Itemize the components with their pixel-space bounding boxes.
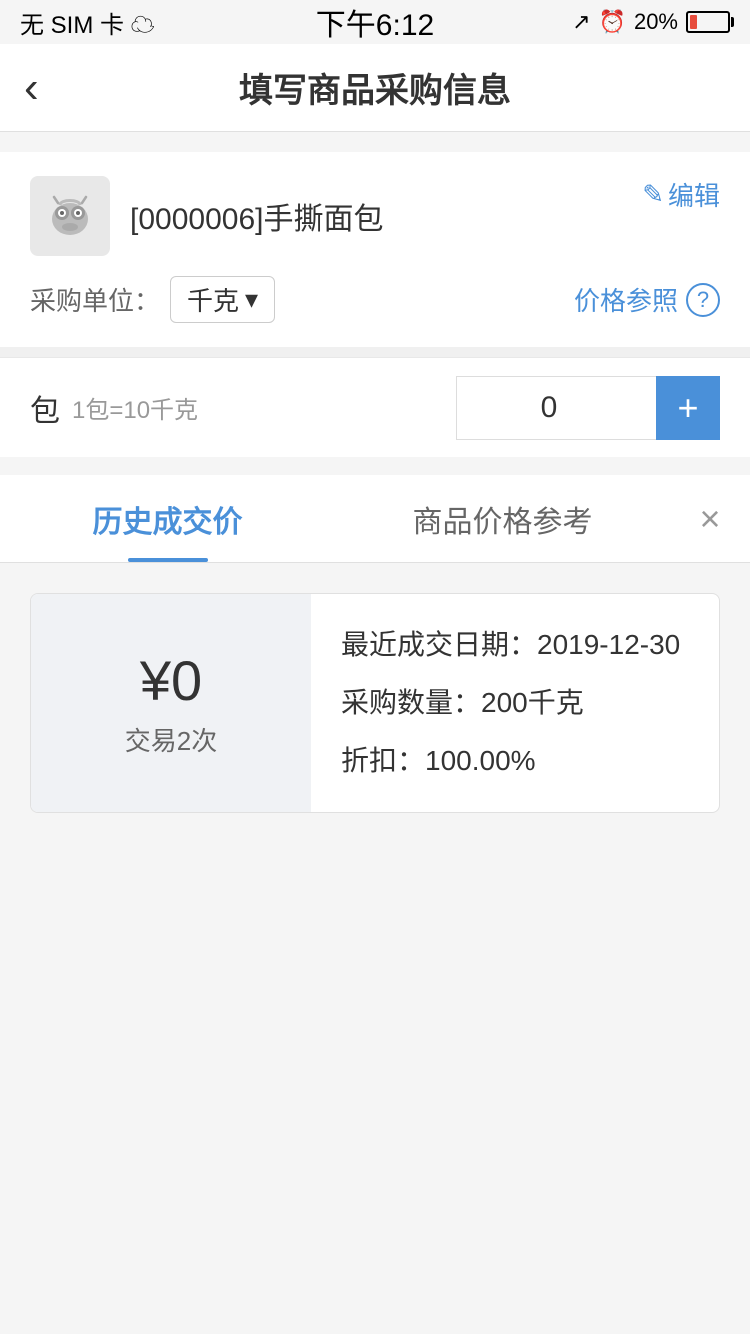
unit-label: 采购单位： bbox=[30, 281, 160, 318]
discount-label: 折扣： bbox=[341, 745, 425, 776]
status-time: 下午6:12 bbox=[316, 0, 434, 44]
tab-close-button[interactable]: × bbox=[670, 498, 750, 540]
unit-selector[interactable]: 千克 ▾ bbox=[170, 276, 275, 323]
tab-history-price[interactable]: 历史成交价 bbox=[0, 475, 335, 562]
edit-icon: ✎ bbox=[642, 179, 664, 210]
quantity-input[interactable] bbox=[456, 376, 656, 440]
quantity-control: + bbox=[456, 376, 720, 440]
product-thumbnail bbox=[30, 176, 110, 256]
battery-fill bbox=[690, 15, 697, 29]
product-unit-row: 采购单位： 千克 ▾ 价格参照 ? bbox=[30, 276, 720, 323]
page-title: 填写商品采购信息 bbox=[239, 63, 511, 112]
battery-percent: 20% bbox=[634, 9, 678, 35]
tab-content-history: ¥0 交易2次 最近成交日期：2019-12-30 采购数量：200千克 折扣：… bbox=[0, 563, 750, 843]
product-name: [0000006]手撕面包 bbox=[130, 194, 383, 238]
close-icon: × bbox=[699, 498, 720, 540]
recent-date-row: 最近成交日期：2019-12-30 bbox=[341, 624, 689, 666]
purchase-qty-value: 200千克 bbox=[481, 687, 584, 718]
price-ref-label: 价格参照 bbox=[574, 281, 678, 318]
recent-date-value: 2019-12-30 bbox=[537, 629, 680, 660]
quantity-unit-sub: 1包=10千克 bbox=[72, 390, 198, 425]
nav-bar: ‹ 填写商品采购信息 bbox=[0, 44, 750, 132]
tab-product-reference[interactable]: 商品价格参考 bbox=[335, 475, 670, 562]
quantity-label: 包 1包=10千克 bbox=[30, 386, 198, 430]
price-reference-button[interactable]: 价格参照 ? bbox=[574, 281, 720, 318]
price-details-right: 最近成交日期：2019-12-30 采购数量：200千克 折扣：100.00% bbox=[311, 594, 719, 812]
unit-left: 采购单位： 千克 ▾ bbox=[30, 276, 275, 323]
product-card: [0000006]手撕面包 ✎ 编辑 采购单位： 千克 ▾ 价格参照 ? bbox=[0, 152, 750, 347]
plus-icon: + bbox=[677, 387, 698, 429]
network-status: 无 SIM 卡 ☁ bbox=[20, 5, 155, 40]
quantity-unit-box: 包 bbox=[30, 386, 60, 430]
price-amount: ¥0 bbox=[140, 648, 202, 713]
back-button[interactable]: ‹ bbox=[24, 63, 39, 113]
tab-section: 历史成交价 商品价格参考 × ¥0 交易2次 最近成交日期：2019-12-30… bbox=[0, 475, 750, 843]
quantity-plus-button[interactable]: + bbox=[656, 376, 720, 440]
dropdown-icon: ▾ bbox=[245, 284, 258, 315]
back-icon: ‹ bbox=[24, 63, 39, 113]
transaction-count: 交易2次 bbox=[125, 721, 217, 758]
separator bbox=[0, 347, 750, 357]
help-icon: ? bbox=[686, 283, 720, 317]
tab-active-indicator bbox=[128, 558, 208, 562]
recent-date-label: 最近成交日期： bbox=[341, 629, 537, 660]
status-left: 无 SIM 卡 ☁ bbox=[20, 5, 155, 40]
status-bar: 无 SIM 卡 ☁ 下午6:12 ↗ ⏰ 20% bbox=[0, 0, 750, 44]
battery-indicator bbox=[686, 11, 730, 33]
price-card: ¥0 交易2次 最近成交日期：2019-12-30 采购数量：200千克 折扣：… bbox=[30, 593, 720, 813]
location-icon: ↗ bbox=[572, 9, 590, 35]
purchase-qty-row: 采购数量：200千克 bbox=[341, 682, 689, 724]
tab-bar: 历史成交价 商品价格参考 × bbox=[0, 475, 750, 563]
product-info: [0000006]手撕面包 bbox=[30, 176, 642, 256]
edit-button[interactable]: ✎ 编辑 bbox=[642, 176, 720, 213]
alarm-icon: ⏰ bbox=[599, 9, 626, 35]
discount-row: 折扣：100.00% bbox=[341, 740, 689, 782]
quantity-row: 包 1包=10千克 + bbox=[0, 357, 750, 457]
discount-value: 100.00% bbox=[425, 745, 536, 776]
edit-label: 编辑 bbox=[668, 176, 720, 213]
product-header: [0000006]手撕面包 ✎ 编辑 bbox=[30, 176, 720, 256]
status-right: ↗ ⏰ 20% bbox=[572, 9, 730, 35]
purchase-qty-label: 采购数量： bbox=[341, 687, 481, 718]
unit-value: 千克 bbox=[187, 281, 239, 318]
tab-history-label: 历史成交价 bbox=[93, 497, 243, 541]
price-summary-left: ¥0 交易2次 bbox=[31, 594, 311, 812]
tab-reference-label: 商品价格参考 bbox=[413, 497, 593, 541]
product-logo bbox=[40, 191, 100, 241]
quantity-unit-main: 包 bbox=[30, 386, 60, 430]
